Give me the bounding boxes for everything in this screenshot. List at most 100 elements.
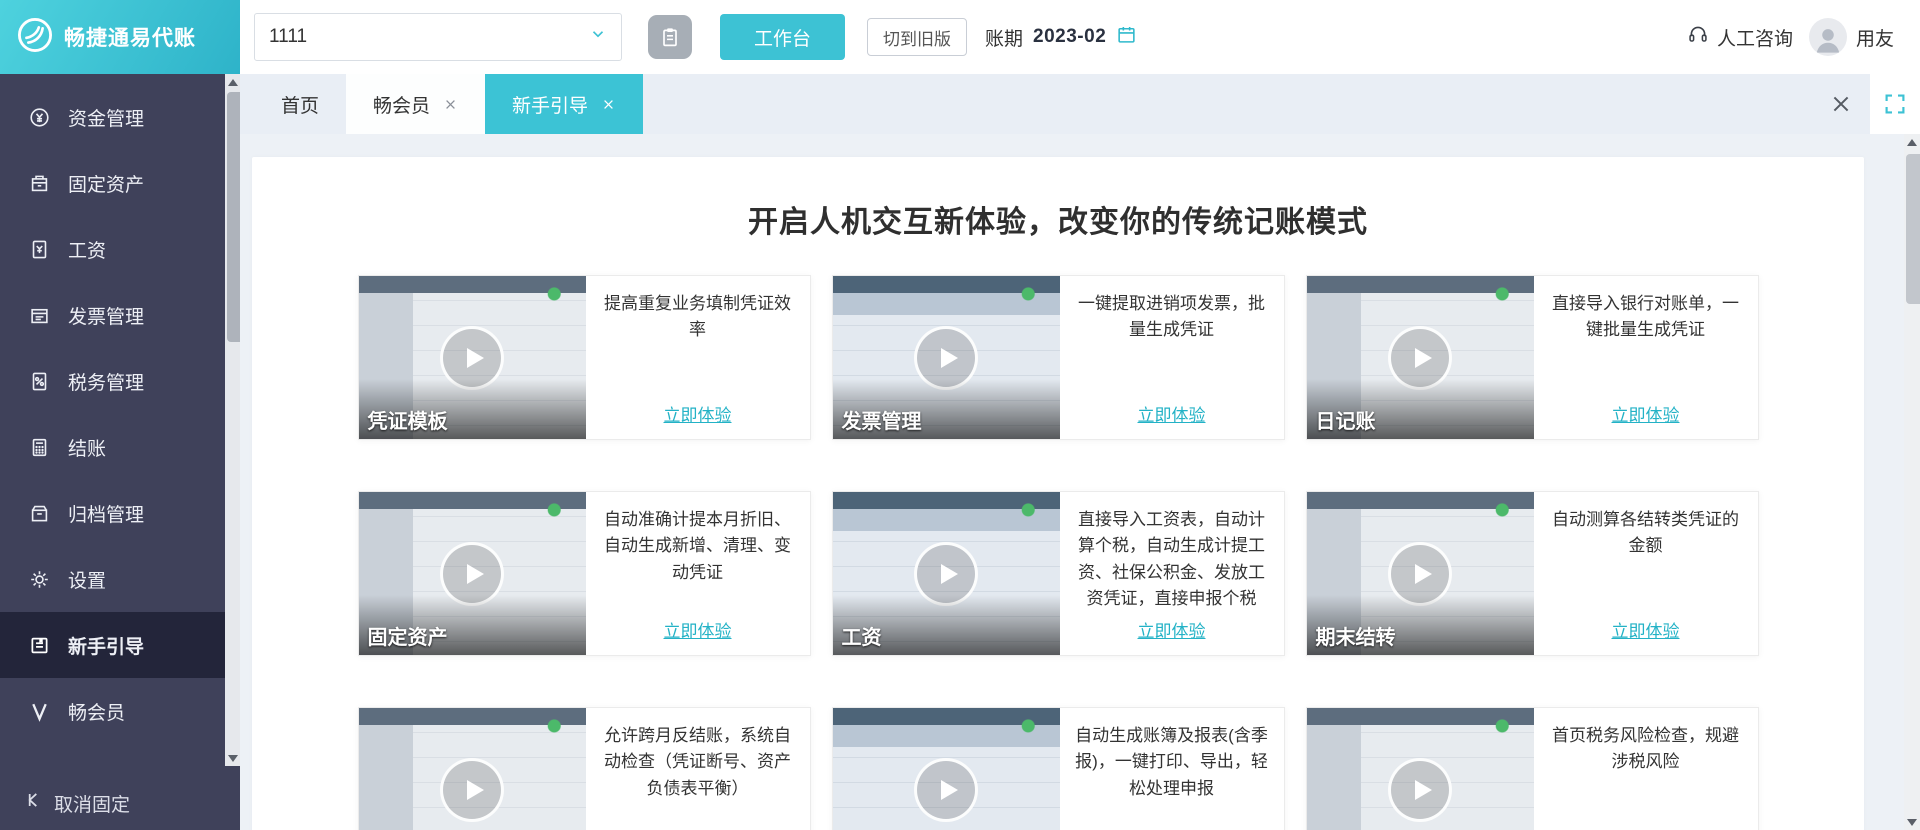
video-card-period-end-carryover: 期末结转 自动测算各结转类凭证的金额 立即体验	[1305, 491, 1759, 656]
main-area: 首页 畅会员 新手引导 开启人机交互新体验，改变你的传统记账模式 凭证模板 提高…	[240, 74, 1920, 830]
unpin-sidebar-button[interactable]: 取消固定	[0, 776, 240, 830]
sidebar-scroll-up-icon[interactable]	[225, 74, 240, 90]
sidebar-item-archive-management[interactable]: 归档管理	[0, 480, 240, 546]
sidebar-scrollbar-thumb[interactable]	[227, 92, 240, 342]
header: 1111 工作台 切到旧版 账期 2023-02 人工咨询 用友	[240, 0, 1920, 74]
tab-home[interactable]: 首页	[254, 74, 346, 134]
sidebar-item-beginner-guide[interactable]: 新手引导	[0, 612, 240, 678]
manual-consult[interactable]: 人工咨询	[1687, 23, 1793, 51]
tab-close-icon[interactable]	[601, 97, 616, 112]
sidebar-item-salary[interactable]: 工资	[0, 216, 240, 282]
video-description: 自动测算各结转类凭证的金额	[1552, 510, 1739, 556]
sidebar-item-label: 发票管理	[68, 306, 145, 328]
logo-mark-icon	[16, 16, 54, 59]
sidebar-item-closing[interactable]: 结账	[0, 414, 240, 480]
try-now-link[interactable]: 立即体验	[664, 401, 732, 426]
collapse-left-icon	[22, 789, 44, 817]
content-scroll-up-icon[interactable]	[1904, 134, 1920, 150]
try-now-link[interactable]: 立即体验	[1138, 617, 1206, 642]
user-menu[interactable]: 用友	[1808, 18, 1894, 56]
invoice-icon	[27, 303, 51, 327]
close-panel-icon[interactable]	[1830, 93, 1852, 115]
unpin-label: 取消固定	[54, 794, 131, 816]
video-description: 允许跨月反结账，系统自动检查（凭证断号、资产负债表平衡）	[604, 726, 791, 798]
video-thumbnail[interactable]	[832, 708, 1060, 830]
sidebar-item-label: 资金管理	[68, 108, 145, 130]
video-card-tax-risk-check: 首页税务风险检查，规避涉税风险	[1305, 707, 1759, 830]
content-scrollbar[interactable]	[1904, 134, 1920, 830]
period-value[interactable]: 2023-02	[1033, 26, 1106, 48]
period-label: 账期	[985, 28, 1024, 50]
try-now-link[interactable]: 立即体验	[1138, 401, 1206, 426]
video-description: 自动生成账簿及报表(含季报)，一键打印、导出，轻松处理申报	[1075, 726, 1268, 798]
sidebar-item-tax-management[interactable]: 税务管理	[0, 348, 240, 414]
play-icon[interactable]	[440, 757, 504, 822]
play-icon[interactable]	[914, 757, 978, 822]
tab-label: 畅会员	[373, 95, 431, 117]
fullscreen-icon[interactable]	[1870, 74, 1920, 134]
sidebar-scrollbar[interactable]	[225, 74, 240, 766]
clipboard-icon[interactable]	[648, 15, 692, 59]
tax-icon	[27, 369, 51, 393]
tab-beginner-guide[interactable]: 新手引导	[485, 74, 644, 134]
sidebar-item-label: 结账	[68, 438, 107, 460]
guide-panel: 开启人机交互新体验，改变你的传统记账模式 凭证模板 提高重复业务填制凭证效率 立…	[252, 157, 1864, 830]
workbench-button[interactable]: 工作台	[720, 14, 846, 60]
sidebar-scroll-down-icon[interactable]	[225, 750, 240, 766]
manual-consult-label: 人工咨询	[1716, 28, 1793, 50]
company-select[interactable]: 1111	[254, 13, 622, 61]
content-scrollbar-thumb[interactable]	[1906, 154, 1920, 304]
avatar	[1808, 18, 1847, 56]
sidebar-item-invoice-management[interactable]: 发票管理	[0, 282, 240, 348]
video-title: 工资	[832, 595, 1060, 655]
video-title: 固定资产	[358, 595, 586, 655]
sidebar-item-settings[interactable]: 设置	[0, 546, 240, 612]
header-right: 人工咨询 用友	[1687, 18, 1894, 56]
video-thumbnail[interactable]: 期末结转	[1306, 492, 1534, 655]
try-now-link[interactable]: 立即体验	[664, 617, 732, 642]
fund-icon	[27, 105, 51, 129]
video-description: 直接导入工资表，自动计算个税，自动生成计提工资、社保公积金、发放工资凭证，直接申…	[1078, 510, 1265, 609]
video-card-grid: 凭证模板 提高重复业务填制凭证效率 立即体验 发票管理 一键提取进销项发票，批量…	[357, 275, 1759, 830]
video-title: 日记账	[1306, 379, 1534, 439]
guide-icon	[27, 633, 51, 657]
sidebar-item-label: 畅会员	[68, 702, 126, 724]
content-scroll-down-icon[interactable]	[1904, 814, 1920, 830]
sidebar-item-fixed-assets[interactable]: 固定资产	[0, 150, 240, 216]
switch-old-version-button[interactable]: 切到旧版	[867, 18, 968, 56]
username: 用友	[1855, 28, 1894, 50]
video-thumbnail[interactable]: 凭证模板	[358, 276, 586, 439]
video-description: 首页税务风险检查，规避涉税风险	[1552, 726, 1739, 772]
video-thumbnail[interactable]	[358, 708, 586, 830]
video-description: 直接导入银行对账单，一键批量生成凭证	[1552, 294, 1739, 340]
video-thumbnail[interactable]: 日记账	[1306, 276, 1534, 439]
video-card-journal: 日记账 直接导入银行对账单，一键批量生成凭证 立即体验	[1305, 275, 1759, 440]
app-window: 畅捷通易代账 1111 工作台 切到旧版 账期 2023-02 人工咨询 用友 …	[0, 0, 1920, 830]
video-thumbnail[interactable]	[1306, 708, 1534, 830]
video-thumbnail[interactable]: 发票管理	[832, 276, 1060, 439]
sidebar-item-label: 设置	[68, 570, 107, 592]
try-now-link[interactable]: 立即体验	[1612, 401, 1680, 426]
video-thumbnail[interactable]: 固定资产	[358, 492, 586, 655]
video-title: 发票管理	[832, 379, 1060, 439]
tab-label: 新手引导	[512, 95, 589, 117]
video-thumbnail[interactable]: 工资	[832, 492, 1060, 655]
chevron-down-icon	[589, 25, 607, 49]
sidebar-item-label: 固定资产	[68, 174, 145, 196]
settings-gear-icon	[27, 567, 51, 591]
video-card-fixed-assets: 固定资产 自动准确计提本月折旧、自动生成新增、清理、变动凭证 立即体验	[357, 491, 811, 656]
sidebar-item-fund-management[interactable]: 资金管理	[0, 84, 240, 150]
tab-close-icon[interactable]	[443, 97, 458, 112]
video-card-books-reports: 自动生成账簿及报表(含季报)，一键打印、导出，轻松处理申报	[831, 707, 1285, 830]
calendar-icon[interactable]	[1116, 24, 1137, 51]
sidebar-nav: 资金管理 固定资产 工资 发票管理 税务管理 结账 归档管理 设置 新手引导 畅…	[0, 74, 240, 776]
video-card-salary: 工资 直接导入工资表，自动计算个税，自动生成计提工资、社保公积金、发放工资凭证，…	[831, 491, 1285, 656]
try-now-link[interactable]: 立即体验	[1612, 617, 1680, 642]
play-icon[interactable]	[1388, 757, 1452, 822]
sidebar-item-member[interactable]: 畅会员	[0, 678, 240, 744]
accounting-period: 账期 2023-02	[985, 24, 1137, 51]
tab-member[interactable]: 畅会员	[346, 74, 486, 134]
headset-icon	[1687, 23, 1709, 51]
video-card-anti-closing: 允许跨月反结账，系统自动检查（凭证断号、资产负债表平衡）	[357, 707, 811, 830]
company-select-value: 1111	[269, 26, 308, 47]
